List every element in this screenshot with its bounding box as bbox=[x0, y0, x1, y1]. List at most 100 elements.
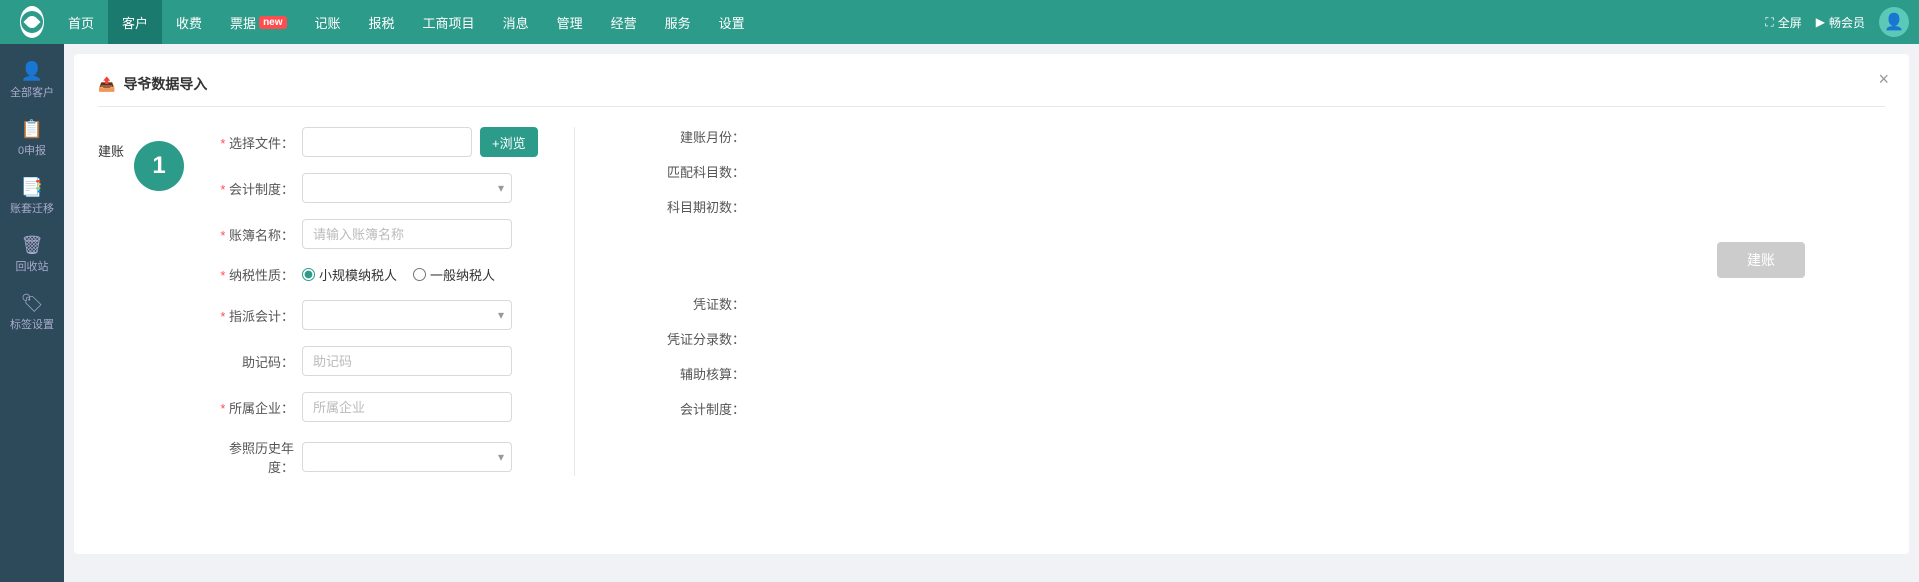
close-button[interactable]: × bbox=[1878, 70, 1889, 88]
form-fields: 选择文件： +浏览 会计制度： bbox=[204, 127, 544, 476]
nav-item-管理[interactable]: 管理 bbox=[543, 0, 597, 44]
nav-item-报税[interactable]: 报税 bbox=[355, 0, 409, 44]
user-avatar[interactable]: 👤 bbox=[1879, 7, 1909, 37]
history-year-select-wrapper bbox=[302, 442, 512, 472]
subject-init-row: 科目期初数： bbox=[645, 197, 1885, 216]
accountant-select[interactable] bbox=[302, 300, 512, 330]
right-fields: 建账月份： 匹配科目数： 科目期初数： 建账 bbox=[645, 127, 1885, 418]
nav-items: 首页客户收费票据new记账报税工商项目消息管理经营服务设置 bbox=[54, 0, 1765, 44]
match-subject-label: 匹配科目数： bbox=[645, 162, 745, 181]
member-btn[interactable]: ▶ 畅会员 bbox=[1816, 14, 1865, 31]
accounting-system-row: 会计制度： bbox=[204, 173, 544, 203]
owner-company-input[interactable] bbox=[302, 392, 512, 422]
jianzhang-month-label: 建账月份： bbox=[645, 127, 745, 146]
aux-calc-label: 辅助核算： bbox=[645, 364, 745, 383]
file-label: 选择文件： bbox=[204, 133, 294, 152]
sidebar-label-declaration: 0申报 bbox=[18, 142, 46, 158]
history-year-label: 参照历史年度： bbox=[204, 438, 294, 476]
dialog-card: 📤 导爷数据导入 × 建账 1 选择文件： bbox=[74, 54, 1909, 554]
nav-item-消息[interactable]: 消息 bbox=[489, 0, 543, 44]
assist-code-row: 助记码： bbox=[204, 346, 544, 376]
match-subject-row: 匹配科目数： bbox=[645, 162, 1885, 181]
declaration-icon: 📋 bbox=[21, 120, 43, 138]
owner-company-label: 所属企业： bbox=[204, 398, 294, 417]
sidebar-item-all-clients[interactable]: 👤 全部客户 bbox=[4, 54, 60, 108]
sidebar-item-tags[interactable]: 🏷 标签设置 bbox=[4, 286, 60, 340]
tax-small-radio[interactable]: 小规模纳税人 bbox=[302, 265, 397, 284]
tax-small-label: 小规模纳税人 bbox=[319, 265, 397, 284]
accounting-system-select-wrapper bbox=[302, 173, 512, 203]
nav-item-经营[interactable]: 经营 bbox=[597, 0, 651, 44]
main-content: 📤 导爷数据导入 × 建账 1 选择文件： bbox=[64, 44, 1919, 582]
accounting-system-select[interactable] bbox=[302, 173, 512, 203]
file-row: 选择文件： +浏览 bbox=[204, 127, 544, 157]
nav-item-服务[interactable]: 服务 bbox=[651, 0, 705, 44]
accounting-system2-label: 会计制度： bbox=[645, 399, 745, 418]
tax-general-radio[interactable]: 一般纳税人 bbox=[413, 265, 495, 284]
tax-type-radio-group: 小规模纳税人 一般纳税人 bbox=[302, 265, 495, 284]
dialog-header: 📤 导爷数据导入 bbox=[98, 74, 1885, 107]
accountant-row: 指派会计： bbox=[204, 300, 544, 330]
avatar-icon: 👤 bbox=[1884, 12, 1904, 32]
sidebar-item-declaration[interactable]: 📋 0申报 bbox=[4, 112, 60, 166]
trash-icon: 🗑 bbox=[21, 236, 44, 254]
ledger-name-row: 账簿名称： bbox=[204, 219, 544, 249]
voucher-count-label: 凭证数： bbox=[645, 294, 745, 313]
sidebar: 👤 全部客户 📋 0申报 📑 账套迁移 🗑 回收站 🏷 标签设置 bbox=[0, 44, 64, 582]
dialog-title: 导爷数据导入 bbox=[123, 74, 207, 94]
fullscreen-icon: ⛶ bbox=[1765, 15, 1773, 30]
step-label: 建账 bbox=[98, 131, 124, 160]
tax-general-label: 一般纳税人 bbox=[430, 265, 495, 284]
jianzhang-month-row: 建账月份： bbox=[645, 127, 1885, 146]
app-logo bbox=[10, 0, 54, 44]
nav-badge-票据: new bbox=[259, 16, 286, 29]
nav-right: ⛶ 全屏 ▶ 畅会员 👤 bbox=[1765, 7, 1909, 37]
member-label: 畅会员 bbox=[1829, 14, 1865, 31]
history-year-select[interactable] bbox=[302, 442, 512, 472]
nav-item-收费[interactable]: 收费 bbox=[162, 0, 216, 44]
ledger-name-label: 账簿名称： bbox=[204, 225, 294, 244]
right-panel: 建账月份： 匹配科目数： 科目期初数： 建账 bbox=[605, 127, 1885, 476]
nav-item-票据[interactable]: 票据new bbox=[216, 0, 300, 44]
sidebar-item-migration[interactable]: 📑 账套迁移 bbox=[4, 170, 60, 224]
migration-icon: 📑 bbox=[21, 178, 43, 196]
voucher-count-row: 凭证数： bbox=[645, 294, 1885, 313]
voucher-entries-row: 凭证分录数： bbox=[645, 329, 1885, 348]
form-layout: 建账 1 选择文件： +浏览 会计制度： bbox=[98, 127, 1885, 476]
sidebar-label-tags: 标签设置 bbox=[10, 316, 54, 332]
subject-init-label: 科目期初数： bbox=[645, 197, 745, 216]
assist-code-input[interactable] bbox=[302, 346, 512, 376]
aux-calc-row: 辅助核算： bbox=[645, 364, 1885, 383]
nav-item-首页[interactable]: 首页 bbox=[54, 0, 108, 44]
nav-item-设置[interactable]: 设置 bbox=[705, 0, 759, 44]
tax-type-label: 纳税性质： bbox=[204, 265, 294, 284]
import-icon: 📤 bbox=[98, 76, 115, 93]
accountant-label: 指派会计： bbox=[204, 306, 294, 325]
sidebar-label-migration: 账套迁移 bbox=[10, 200, 54, 216]
sidebar-label-all-clients: 全部客户 bbox=[10, 84, 54, 100]
sidebar-label-trash: 回收站 bbox=[16, 258, 49, 274]
create-account-button[interactable]: 建账 bbox=[1717, 242, 1805, 278]
history-year-row: 参照历史年度： bbox=[204, 438, 544, 476]
top-nav: 首页客户收费票据new记账报税工商项目消息管理经营服务设置 ⛶ 全屏 ▶ 畅会员… bbox=[0, 0, 1919, 44]
browse-button[interactable]: +浏览 bbox=[480, 127, 538, 157]
nav-item-记账[interactable]: 记账 bbox=[301, 0, 355, 44]
voucher-entries-label: 凭证分录数： bbox=[645, 329, 745, 348]
divider bbox=[574, 127, 575, 476]
fullscreen-btn[interactable]: ⛶ 全屏 bbox=[1765, 14, 1801, 31]
accounting-system2-row: 会计制度： bbox=[645, 399, 1885, 418]
file-input[interactable] bbox=[302, 127, 472, 157]
tags-icon: 🏷 bbox=[21, 294, 44, 312]
play-icon: ▶ bbox=[1816, 15, 1825, 29]
clients-icon: 👤 bbox=[21, 62, 43, 80]
nav-item-客户[interactable]: 客户 bbox=[108, 0, 162, 44]
nav-item-工商项目[interactable]: 工商项目 bbox=[409, 0, 489, 44]
tax-type-row: 纳税性质： 小规模纳税人 一般纳税人 bbox=[204, 265, 544, 284]
fullscreen-label: 全屏 bbox=[1778, 14, 1802, 31]
step-badge: 1 bbox=[134, 141, 184, 191]
assist-code-label: 助记码： bbox=[204, 352, 294, 371]
sidebar-item-trash[interactable]: 🗑 回收站 bbox=[4, 228, 60, 282]
accounting-system-label: 会计制度： bbox=[204, 179, 294, 198]
accountant-select-wrapper bbox=[302, 300, 512, 330]
ledger-name-input[interactable] bbox=[302, 219, 512, 249]
